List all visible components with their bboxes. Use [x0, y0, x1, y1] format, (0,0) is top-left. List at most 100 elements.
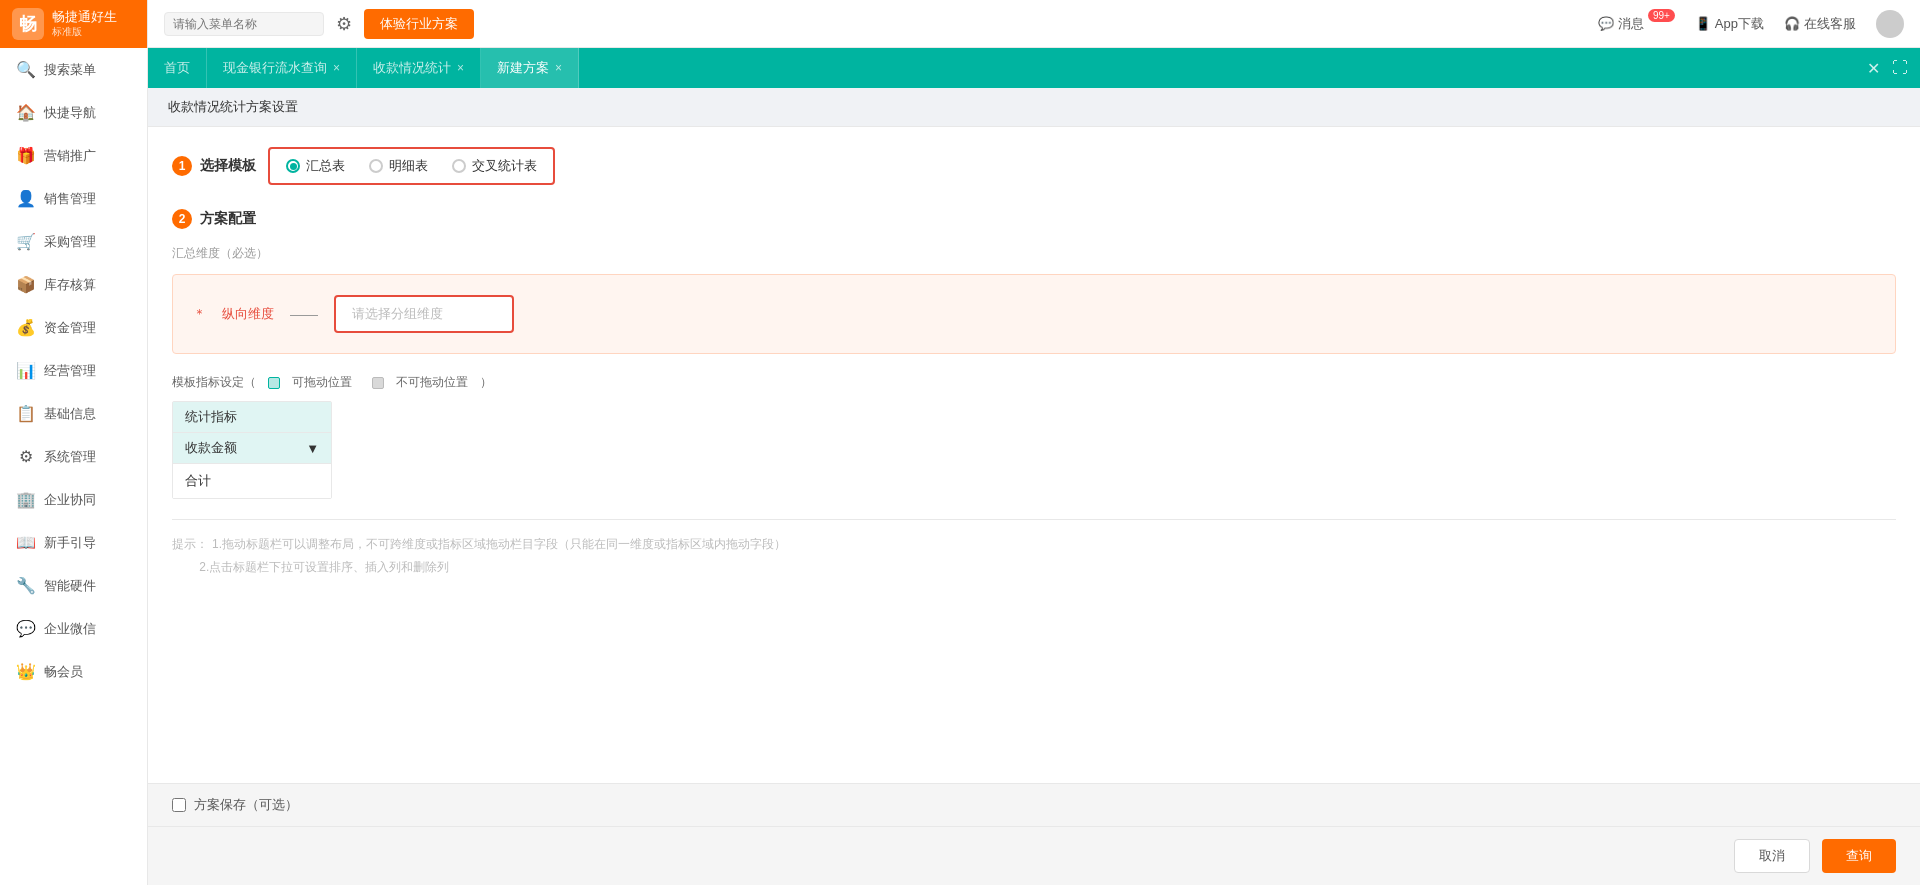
- gift-icon: 🎁: [16, 146, 36, 165]
- message-action[interactable]: 💬 消息 99+: [1598, 15, 1675, 33]
- list-icon: 📋: [16, 404, 36, 423]
- indicator-label-row: 模板指标设定（ 可拖动位置 不可拖动位置 ）: [172, 374, 1896, 391]
- indicator-section: 模板指标设定（ 可拖动位置 不可拖动位置 ） 统计指标: [172, 374, 1896, 499]
- sidebar-item-purchase[interactable]: 🛒 采购管理: [0, 220, 147, 263]
- message-badge: 99+: [1648, 9, 1675, 22]
- summary-dim-label: 汇总维度（必选）: [172, 245, 1896, 262]
- required-mark: ＊: [193, 305, 206, 323]
- money-icon: 💰: [16, 318, 36, 337]
- wrench-icon: 🔧: [16, 576, 36, 595]
- step2-section: 2 方案配置 汇总维度（必选） ＊ 纵向维度 —— 请选择分组维度: [172, 209, 1896, 576]
- service-icon: 🎧: [1784, 16, 1800, 31]
- draggable-tag: [268, 377, 280, 389]
- sidebar: 畅 畅捷通好生 标准版 🔍 搜索菜单 🏠 快捷导航 🎁 营销推广 👤 销售管理 …: [0, 0, 148, 885]
- stat-table: 统计指标 收款金额 ▼ 合计: [172, 401, 332, 499]
- stat-col-header: 收款金额 ▼: [173, 433, 331, 464]
- home-icon: 🏠: [16, 103, 36, 122]
- step1-number: 1: [172, 156, 192, 176]
- sidebar-item-member[interactable]: 👑 畅会员: [0, 650, 147, 693]
- book-icon: 📖: [16, 533, 36, 552]
- tab-actions: ✕ ⛶: [1855, 48, 1920, 88]
- sidebar-item-smart-hw[interactable]: 🔧 智能硬件: [0, 564, 147, 607]
- chart-icon: 📊: [16, 361, 36, 380]
- vertical-dim-label: 纵向维度: [222, 305, 274, 323]
- page-title: 收款情况统计方案设置: [148, 88, 1920, 127]
- stat-table-header: 统计指标: [173, 402, 331, 433]
- sidebar-item-guide[interactable]: 📖 新手引导: [0, 521, 147, 564]
- save-label: 方案保存（可选）: [194, 796, 298, 814]
- query-button[interactable]: 查询: [1822, 839, 1896, 873]
- menu-search-input[interactable]: [164, 12, 324, 36]
- search-icon: 🔍: [16, 60, 36, 79]
- non-draggable-tag: [372, 377, 384, 389]
- step2-title: 方案配置: [200, 210, 256, 228]
- gear-icon: ⚙: [16, 447, 36, 466]
- tab-bar: 首页 现金银行流水查询 × 收款情况统计 × 新建方案 × ✕ ⛶: [148, 48, 1920, 88]
- tips-section: 提示： 1.拖动标题栏可以调整布局，不可跨维度或指标区域拖动栏目字段（只能在同一…: [172, 519, 1896, 576]
- tab-new-plan[interactable]: 新建方案 ×: [481, 48, 579, 88]
- tab-collection-stat[interactable]: 收款情况统计 ×: [357, 48, 481, 88]
- radio-dot-detail: [369, 159, 383, 173]
- tab-close-bank-flow[interactable]: ×: [333, 61, 340, 75]
- maximize-icon[interactable]: ⛶: [1892, 59, 1908, 77]
- step1-header: 1 选择模板: [172, 156, 256, 176]
- indicator-settings-label: 模板指标设定（: [172, 374, 256, 391]
- sidebar-item-sales[interactable]: 👤 销售管理: [0, 177, 147, 220]
- col-dropdown-icon[interactable]: ▼: [306, 441, 319, 456]
- dimension-row: ＊ 纵向维度 —— 请选择分组维度: [193, 295, 1875, 333]
- header-right: 💬 消息 99+ 📱 App下载 🎧 在线客服: [1598, 10, 1904, 38]
- top-header: ⚙ 体验行业方案 💬 消息 99+ 📱 App下载 🎧 在线客服: [148, 0, 1920, 48]
- step2-header: 2 方案配置: [172, 209, 1896, 229]
- logo-text: 畅捷通好生 标准版: [52, 9, 117, 39]
- logo-icon: 畅: [12, 8, 44, 40]
- dimension-area: ＊ 纵向维度 —— 请选择分组维度: [172, 274, 1896, 354]
- sidebar-item-enterprise[interactable]: 🏢 企业协同: [0, 478, 147, 521]
- save-section: 方案保存（可选）: [148, 783, 1920, 826]
- tab-home[interactable]: 首页: [148, 48, 207, 88]
- content-area: 收款情况统计方案设置 1 选择模板 汇总表: [148, 88, 1920, 885]
- app-download-action[interactable]: 📱 App下载: [1695, 15, 1764, 33]
- sidebar-item-wechat[interactable]: 💬 企业微信: [0, 607, 147, 650]
- sidebar-item-search-menu[interactable]: 🔍 搜索菜单: [0, 48, 147, 91]
- sidebar-item-system[interactable]: ⚙ 系统管理: [0, 435, 147, 478]
- settings-icon[interactable]: ⚙: [336, 13, 352, 35]
- radio-detail[interactable]: 明细表: [369, 157, 428, 175]
- step1-title: 选择模板: [200, 157, 256, 175]
- radio-dot-summary: [286, 159, 300, 173]
- box-icon: 📦: [16, 275, 36, 294]
- form-container: 1 选择模板 汇总表 明细表: [148, 127, 1920, 783]
- dimension-select[interactable]: 请选择分组维度: [334, 295, 514, 333]
- download-icon: 📱: [1695, 16, 1711, 31]
- tab-close-new-plan[interactable]: ×: [555, 61, 562, 75]
- tab-close-collection-stat[interactable]: ×: [457, 61, 464, 75]
- message-icon: 💬: [1598, 16, 1614, 31]
- trial-button[interactable]: 体验行业方案: [364, 9, 474, 39]
- sidebar-item-quick-nav[interactable]: 🏠 快捷导航: [0, 91, 147, 134]
- sidebar-item-basic-info[interactable]: 📋 基础信息: [0, 392, 147, 435]
- save-checkbox[interactable]: [172, 798, 186, 812]
- radio-cross[interactable]: 交叉统计表: [452, 157, 537, 175]
- online-service-action[interactable]: 🎧 在线客服: [1784, 15, 1856, 33]
- chat-icon: 💬: [16, 619, 36, 638]
- radio-summary[interactable]: 汇总表: [286, 157, 345, 175]
- config-section: 汇总维度（必选） ＊ 纵向维度 —— 请选择分组维度: [172, 245, 1896, 576]
- arrow-icon: ——: [290, 306, 318, 322]
- user-avatar[interactable]: [1876, 10, 1904, 38]
- main-area: ⚙ 体验行业方案 💬 消息 99+ 📱 App下载 🎧 在线客服 首页: [148, 0, 1920, 885]
- step1-section: 1 选择模板 汇总表 明细表: [172, 147, 1896, 185]
- header-left: ⚙ 体验行业方案: [164, 9, 474, 39]
- sidebar-item-operation[interactable]: 📊 经营管理: [0, 349, 147, 392]
- tab-bank-flow[interactable]: 现金银行流水查询 ×: [207, 48, 357, 88]
- close-window-icon[interactable]: ✕: [1867, 59, 1880, 78]
- user-icon: 👤: [16, 189, 36, 208]
- footer-actions: 取消 查询: [148, 826, 1920, 885]
- sidebar-item-finance[interactable]: 💰 资金管理: [0, 306, 147, 349]
- building-icon: 🏢: [16, 490, 36, 509]
- cancel-button[interactable]: 取消: [1734, 839, 1810, 873]
- sidebar-item-inventory[interactable]: 📦 库存核算: [0, 263, 147, 306]
- tip1: 提示： 1.拖动标题栏可以调整布局，不可跨维度或指标区域拖动栏目字段（只能在同一…: [172, 536, 1896, 553]
- radio-dot-cross: [452, 159, 466, 173]
- crown-icon: 👑: [16, 662, 36, 681]
- step2-number: 2: [172, 209, 192, 229]
- sidebar-item-marketing[interactable]: 🎁 营销推广: [0, 134, 147, 177]
